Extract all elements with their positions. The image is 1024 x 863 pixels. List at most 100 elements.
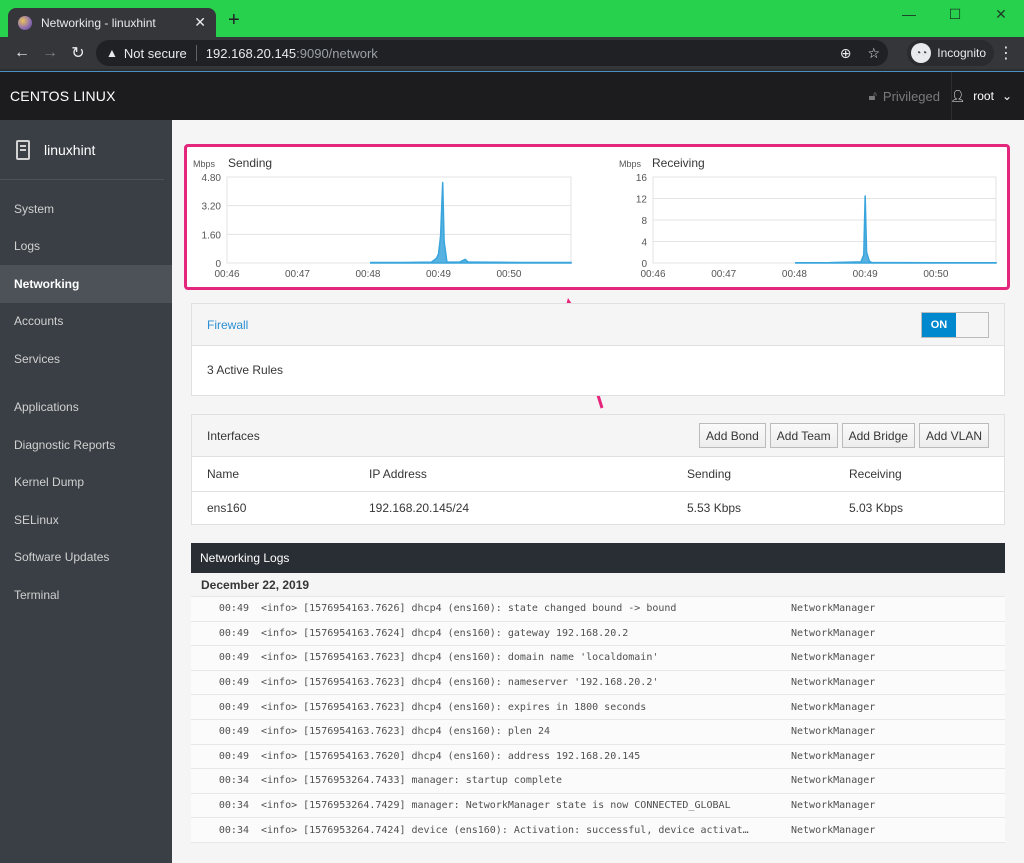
sidebar-item-terminal[interactable]: Terminal — [0, 576, 172, 614]
host-switcher[interactable]: linuxhint — [0, 120, 164, 180]
log-entry[interactable]: 00:49 <info> [1576954163.7623] dhcp4 (ens… — [191, 670, 1005, 696]
log-message: <info> [1576953264.7424] device (ens160)… — [261, 824, 749, 836]
back-icon[interactable]: ← — [8, 44, 36, 62]
incognito-badge[interactable]: ◔◔ Incognito — [907, 40, 994, 66]
log-time: 00:34 — [218, 775, 249, 787]
log-message: <info> [1576954163.7623] dhcp4 (ens160):… — [261, 652, 659, 664]
sidebar-item-software-updates[interactable]: Software Updates — [0, 539, 172, 577]
forward-icon[interactable]: → — [36, 44, 64, 62]
sidebar-item-logs[interactable]: Logs — [0, 228, 172, 266]
data-point — [446, 261, 448, 263]
log-source: NetworkManager — [791, 701, 876, 713]
traffic-charts-highlight: Mbps Sending 0 1.60 3.20 4.80 00:46 00:47 00:48 0… — [184, 144, 1010, 290]
sidebar-item-accounts[interactable]: Accounts — [0, 303, 172, 341]
column-header-sending: Sending — [672, 457, 834, 492]
sending-chart: Mbps Sending 0 1.60 3.20 4.80 00:46 00:47 00:48 0… — [187, 147, 607, 287]
log-source: NetworkManager — [791, 775, 876, 787]
log-time: 00:49 — [218, 726, 249, 738]
data-point — [864, 195, 866, 197]
chevron-down-icon: ⌄ — [1001, 89, 1012, 103]
column-header-ip: IP Address — [354, 457, 672, 492]
browser-tab-strip: Networking - linuxhint ✕ + — ☐ ✕ — [0, 0, 1024, 37]
interfaces-header: Interfaces Add Bond Add Team Add Bridge … — [192, 415, 1004, 457]
browser-menu-icon[interactable]: ⋮ — [998, 43, 1014, 63]
log-entry[interactable]: 00:34 <info> [1576953264.7429] manager: N… — [191, 793, 1005, 819]
log-message: <info> [1576954163.7626] dhcp4 (ens160):… — [261, 603, 677, 615]
firewall-panel: Firewall ON 3 Active Rules — [191, 303, 1005, 396]
sidebar-item-selinux[interactable]: SELinux — [0, 501, 172, 539]
firewall-link[interactable]: Firewall — [207, 318, 248, 332]
warning-icon: ▲ — [106, 46, 118, 60]
add-team-button[interactable]: Add Team — [769, 423, 838, 448]
log-message: <info> [1576954163.7623] dhcp4 (ens160):… — [261, 726, 550, 738]
x-tick-label: 00:46 — [214, 269, 239, 280]
data-point — [439, 235, 442, 237]
data-point — [464, 258, 466, 261]
log-entry[interactable]: 00:49 <info> [1576954163.7623] dhcp4 (ens… — [191, 695, 1005, 720]
data-point — [522, 261, 524, 264]
log-entry[interactable]: 00:34 <info> [1576953264.7424] device (en… — [191, 818, 1005, 843]
x-tick-label: 00:47 — [711, 269, 736, 280]
sidebar-item-system[interactable]: System — [0, 190, 172, 228]
log-time: 00:49 — [218, 677, 249, 689]
security-label[interactable]: Not secure — [124, 46, 187, 61]
networking-logs-panel: Networking Logs December 22, 2019 00:49 <… — [191, 543, 1005, 843]
privileged-label: Privileged — [882, 88, 940, 104]
main-content: Mbps Sending 0 1.60 3.20 4.80 00:46 00:47 00:48 0… — [172, 120, 1024, 863]
close-window-icon[interactable]: ✕ — [978, 0, 1024, 28]
interface-sending: 5.53 Kbps — [687, 500, 742, 515]
chart-title: Receiving — [652, 156, 705, 170]
log-source: NetworkManager — [791, 677, 876, 689]
y-tick-label: 4.80 — [202, 173, 222, 184]
log-entry[interactable]: 00:49 <info> [1576954163.7624] dhcp4 (ens… — [191, 621, 1005, 647]
add-bridge-button[interactable]: Add Bridge — [841, 423, 915, 448]
sidebar-item-diagnostic-reports[interactable]: Diagnostic Reports — [0, 426, 172, 464]
new-tab-button[interactable]: + — [228, 10, 240, 30]
log-entry[interactable]: 00:49 <info> [1576954163.7620] dhcp4 (ens… — [191, 744, 1005, 770]
firewall-header: Firewall ON — [192, 304, 1004, 346]
user-icon: 👤︎ — [950, 89, 966, 103]
log-time: 00:49 — [218, 652, 249, 664]
minimize-icon[interactable]: — — [886, 0, 932, 28]
sidebar-item-applications[interactable]: Applications — [0, 389, 172, 427]
log-message: <info> [1576954163.7623] dhcp4 (ens160):… — [261, 701, 647, 713]
column-header-name: Name — [192, 457, 354, 492]
firewall-toggle[interactable]: ON — [921, 312, 989, 338]
toggle-on-label: ON — [922, 313, 956, 337]
sidebar-item-services[interactable]: Services — [0, 340, 172, 378]
table-row[interactable]: ens160 192.168.20.145/24 5.53 Kbps 5.03 … — [192, 491, 1004, 524]
browser-tab[interactable]: Networking - linuxhint ✕ — [8, 8, 216, 37]
user-menu[interactable]: 👤︎ root ⌄ — [950, 89, 1012, 103]
log-entry[interactable]: 00:49 <info> [1576954163.7623] dhcp4 (ens… — [191, 646, 1005, 671]
log-source: NetworkManager — [791, 750, 876, 762]
data-point — [435, 257, 437, 260]
add-vlan-button[interactable]: Add VLAN — [918, 423, 989, 448]
log-source: NetworkManager — [791, 603, 876, 615]
user-name: root — [973, 89, 994, 103]
firewall-rules: 3 Active Rules — [207, 363, 284, 377]
privileged-indicator[interactable]: 🔓︎ Privileged — [868, 88, 940, 104]
data-point — [863, 254, 865, 256]
log-message: <info> [1576954163.7624] dhcp4 (ens160):… — [261, 627, 629, 639]
log-source: NetworkManager — [791, 652, 876, 664]
data-point — [871, 261, 873, 264]
log-entry[interactable]: 00:49 <info> [1576954163.7623] dhcp4 (ens… — [191, 719, 1005, 745]
address-bar[interactable]: ▲ Not secure 192.168.20.145 :9090/networ… — [96, 40, 888, 66]
close-tab-icon[interactable]: ✕ — [194, 14, 206, 31]
y-tick-label: 12 — [636, 195, 648, 206]
maximize-icon[interactable]: ☐ — [932, 0, 978, 28]
zoom-icon[interactable]: ⊕ — [840, 45, 852, 62]
sidebar-item-networking[interactable]: Networking — [0, 265, 172, 303]
log-entry[interactable]: 00:34 <info> [1576953264.7433] manager: s… — [191, 769, 1005, 794]
add-bond-button[interactable]: Add Bond — [699, 423, 766, 448]
brand-title: CENTOS LINUX — [10, 88, 116, 104]
log-entry[interactable]: 00:49 <info> [1576954163.7626] dhcp4 (ens… — [191, 597, 1005, 622]
x-tick-label: 00:47 — [285, 269, 310, 280]
y-axis-unit-label: Mbps — [193, 159, 216, 169]
data-point — [899, 262, 902, 264]
bookmark-star-icon[interactable]: ☆ — [867, 45, 880, 62]
sidebar-item-kernel-dump[interactable]: Kernel Dump — [0, 464, 172, 502]
reload-icon[interactable]: ↻ — [64, 43, 92, 63]
log-time: 00:49 — [218, 603, 249, 615]
sidebar: linuxhint System Logs Networking Accounts Se… — [0, 120, 172, 863]
